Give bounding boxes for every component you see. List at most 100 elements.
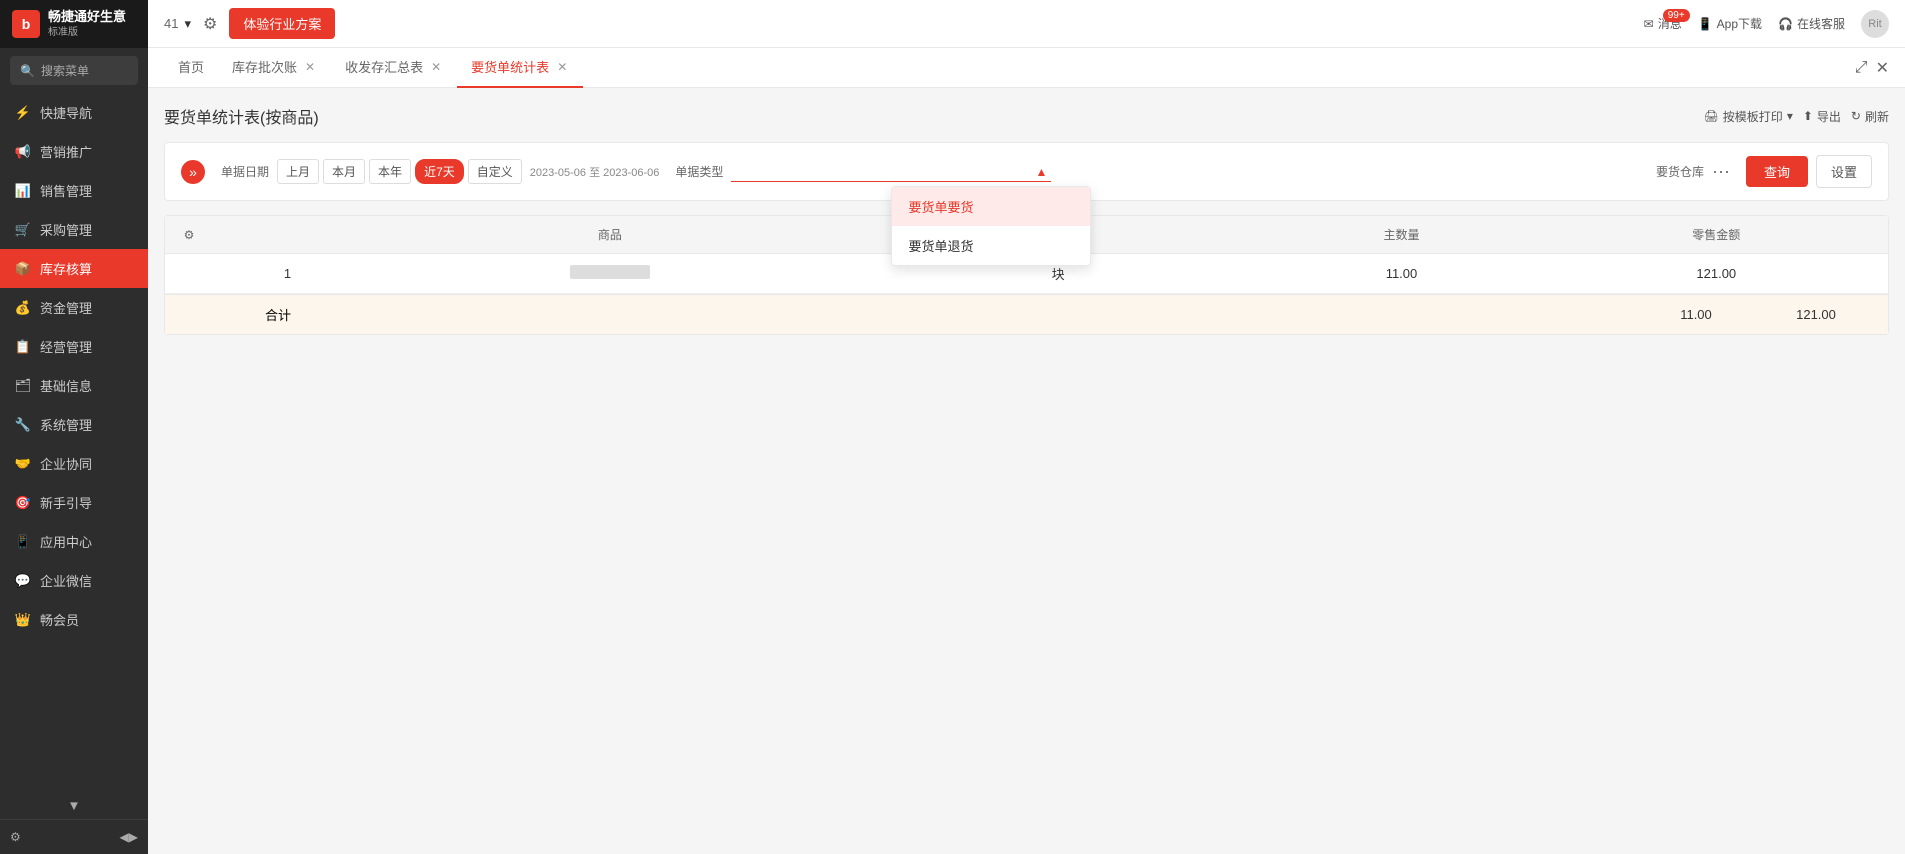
- query-button[interactable]: 查询: [1746, 156, 1808, 187]
- settings-icon: ⚙: [10, 830, 21, 844]
- base-icon: 🗂: [14, 377, 32, 395]
- app-logo-text: 畅捷通好生意 标准版: [48, 9, 126, 39]
- inventory-icon: 📦: [14, 260, 32, 278]
- sidebar-item-guide[interactable]: 🎯 新手引导: [0, 483, 148, 522]
- brand-name: 畅捷通好生意: [48, 9, 126, 26]
- tab-close-receivable-summary[interactable]: ✕: [429, 60, 443, 74]
- dropdown-item-order-return[interactable]: 要货单退货: [892, 226, 1090, 265]
- col-settings-header[interactable]: ⚙: [165, 216, 213, 254]
- tab-receivable-summary[interactable]: 收发存汇总表 ✕: [331, 48, 457, 88]
- filter-expand-button[interactable]: »: [181, 160, 205, 184]
- warehouse-filter-group: 要货仓库 ···: [1656, 161, 1730, 182]
- main-area: 41 ▾ ⚙ 体验行业方案 ✉ 消息 99+ 📱 App下载 🎧 在线客服: [148, 0, 1905, 854]
- tabs-right-actions: ⤢ ✕: [1855, 58, 1889, 78]
- row-amount-cell: 121.00: [1545, 254, 1888, 294]
- this-year-btn[interactable]: 本年: [369, 159, 411, 184]
- select-arrow-icon[interactable]: ▲: [1036, 165, 1048, 179]
- filter-more-button[interactable]: ···: [1712, 161, 1730, 182]
- date-quick-btns: 上月 本月 本年 近7天 自定义: [277, 159, 522, 184]
- sidebar-nav: ⚡ 快捷导航 📢 营销推广 📊 销售管理 🛒 采购管理 📦 库存核算 💰 资金管…: [0, 93, 148, 792]
- type-select-container[interactable]: ▲ 要货单要货 要货单退货: [731, 162, 1051, 182]
- page-title: 要货单统计表(按商品): [164, 104, 319, 128]
- sidebar: b 畅捷通好生意 标准版 🔍 搜索菜单 ⚡ 快捷导航 📢 营销推广 📊 销售管理…: [0, 0, 148, 854]
- col-settings-icon: ⚙: [184, 228, 195, 242]
- topbar-left: 41 ▾ ⚙ 体验行业方案: [164, 8, 335, 39]
- sales-icon: 📊: [14, 182, 32, 200]
- sidebar-item-operations[interactable]: 📋 经营管理: [0, 327, 148, 366]
- sidebar-item-system[interactable]: 🔧 系统管理: [0, 405, 148, 444]
- sidebar-item-apps[interactable]: 📱 应用中心: [0, 522, 148, 561]
- refresh-button[interactable]: ↻ 刷新: [1851, 108, 1889, 125]
- chevron-down-icon: ▾: [1787, 109, 1793, 123]
- purchase-icon: 🛒: [14, 221, 32, 239]
- topbar-settings-button[interactable]: ⚙: [203, 14, 217, 34]
- footer-total-label: 合计: [265, 308, 291, 323]
- message-button[interactable]: ✉ 消息 99+: [1644, 15, 1682, 32]
- search-menu-button[interactable]: 🔍 搜索菜单: [10, 56, 138, 85]
- footer-quantity-cell: 11.00: [1636, 307, 1756, 322]
- finance-icon: 💰: [14, 299, 32, 317]
- type-filter-label: 单据类型: [675, 163, 723, 180]
- online-service-button[interactable]: 🎧 在线客服: [1778, 15, 1845, 32]
- sidebar-logo: b 畅捷通好生意 标准版: [0, 0, 148, 48]
- app-download-button[interactable]: 📱 App下载: [1698, 15, 1762, 32]
- sidebar-item-finance[interactable]: 💰 资金管理: [0, 288, 148, 327]
- system-icon: 🔧: [14, 416, 32, 434]
- print-template-button[interactable]: 🖨 按模板打印 ▾: [1704, 108, 1793, 125]
- search-icon: 🔍: [20, 64, 35, 78]
- last-7-days-btn[interactable]: 近7天: [415, 159, 464, 184]
- dropdown-item-order-request[interactable]: 要货单要货: [892, 187, 1090, 226]
- sidebar-item-sales[interactable]: 📊 销售管理: [0, 171, 148, 210]
- export-button[interactable]: ⬆ 导出: [1803, 108, 1841, 125]
- type-dropdown-menu: 要货单要货 要货单退货: [891, 186, 1091, 266]
- message-icon: ✉: [1644, 17, 1654, 31]
- col-quantity-header: 主数量: [1258, 216, 1544, 254]
- sidebar-item-quick-nav[interactable]: ⚡ 快捷导航: [0, 93, 148, 132]
- tab-home[interactable]: 首页: [164, 48, 218, 88]
- sidebar-item-cooperation[interactable]: 🤝 企业协同: [0, 444, 148, 483]
- type-select-input[interactable]: [731, 162, 1051, 182]
- filter-buttons: 查询 设置: [1746, 155, 1872, 188]
- tab-close-all-button[interactable]: ✕: [1876, 58, 1889, 78]
- page-header: 要货单统计表(按商品) 🖨 按模板打印 ▾ ⬆ 导出 ↻ 刷新: [164, 104, 1889, 128]
- col-amount-header: 零售金额: [1545, 216, 1888, 254]
- tab-order-stats[interactable]: 要货单统计表 ✕: [457, 48, 583, 88]
- store-selector[interactable]: 41 ▾: [164, 16, 191, 32]
- sidebar-item-wechat[interactable]: 💬 企业微信: [0, 561, 148, 600]
- export-icon: ⬆: [1803, 109, 1813, 123]
- sidebar-scroll-down[interactable]: ▼: [0, 792, 148, 819]
- vip-icon: 👑: [14, 611, 32, 629]
- trial-btn[interactable]: 体验行业方案: [229, 8, 335, 39]
- tab-expand-button[interactable]: ⤢: [1855, 59, 1868, 77]
- product-name-blurred: [570, 265, 650, 279]
- sidebar-collapse-button[interactable]: ◀▶: [120, 830, 138, 844]
- tab-close-order-stats[interactable]: ✕: [555, 60, 569, 74]
- tab-close-inventory-batch[interactable]: ✕: [303, 60, 317, 74]
- footer-amount-cell: 121.00: [1756, 307, 1876, 322]
- tab-inventory-batch[interactable]: 库存批次账 ✕: [218, 48, 331, 88]
- user-avatar[interactable]: Rit: [1861, 10, 1889, 38]
- sidebar-footer: ⚙ ◀▶: [0, 819, 148, 854]
- sidebar-search[interactable]: 🔍 搜索菜单: [0, 48, 148, 93]
- sidebar-item-marketing[interactable]: 📢 营销推广: [0, 132, 148, 171]
- headphone-icon: 🎧: [1778, 17, 1793, 31]
- this-month-btn[interactable]: 本月: [323, 159, 365, 184]
- row-settings-cell: [165, 254, 213, 294]
- sidebar-item-inventory[interactable]: 📦 库存核算: [0, 249, 148, 288]
- store-number: 41: [164, 16, 178, 31]
- row-quantity-cell: 11.00: [1258, 254, 1544, 294]
- page-content: 要货单统计表(按商品) 🖨 按模板打印 ▾ ⬆ 导出 ↻ 刷新 »: [148, 88, 1905, 854]
- last-month-btn[interactable]: 上月: [277, 159, 319, 184]
- phone-icon: 📱: [1698, 17, 1713, 31]
- sidebar-settings-button[interactable]: ⚙: [10, 830, 21, 844]
- sidebar-item-vip[interactable]: 👑 畅会员: [0, 600, 148, 639]
- topbar-right: ✉ 消息 99+ 📱 App下载 🎧 在线客服 Rit: [1644, 10, 1889, 38]
- topbar: 41 ▾ ⚙ 体验行业方案 ✉ 消息 99+ 📱 App下载 🎧 在线客服: [148, 0, 1905, 48]
- custom-date-btn[interactable]: 自定义: [468, 159, 522, 184]
- filter-settings-button[interactable]: 设置: [1816, 155, 1872, 188]
- type-filter-group: 单据类型 ▲ 要货单要货 要货单退货: [675, 162, 1640, 182]
- sidebar-item-purchase[interactable]: 🛒 采购管理: [0, 210, 148, 249]
- row-index-cell: 1: [213, 254, 362, 294]
- sidebar-item-base[interactable]: 🗂 基础信息: [0, 366, 148, 405]
- apps-icon: 📱: [14, 533, 32, 551]
